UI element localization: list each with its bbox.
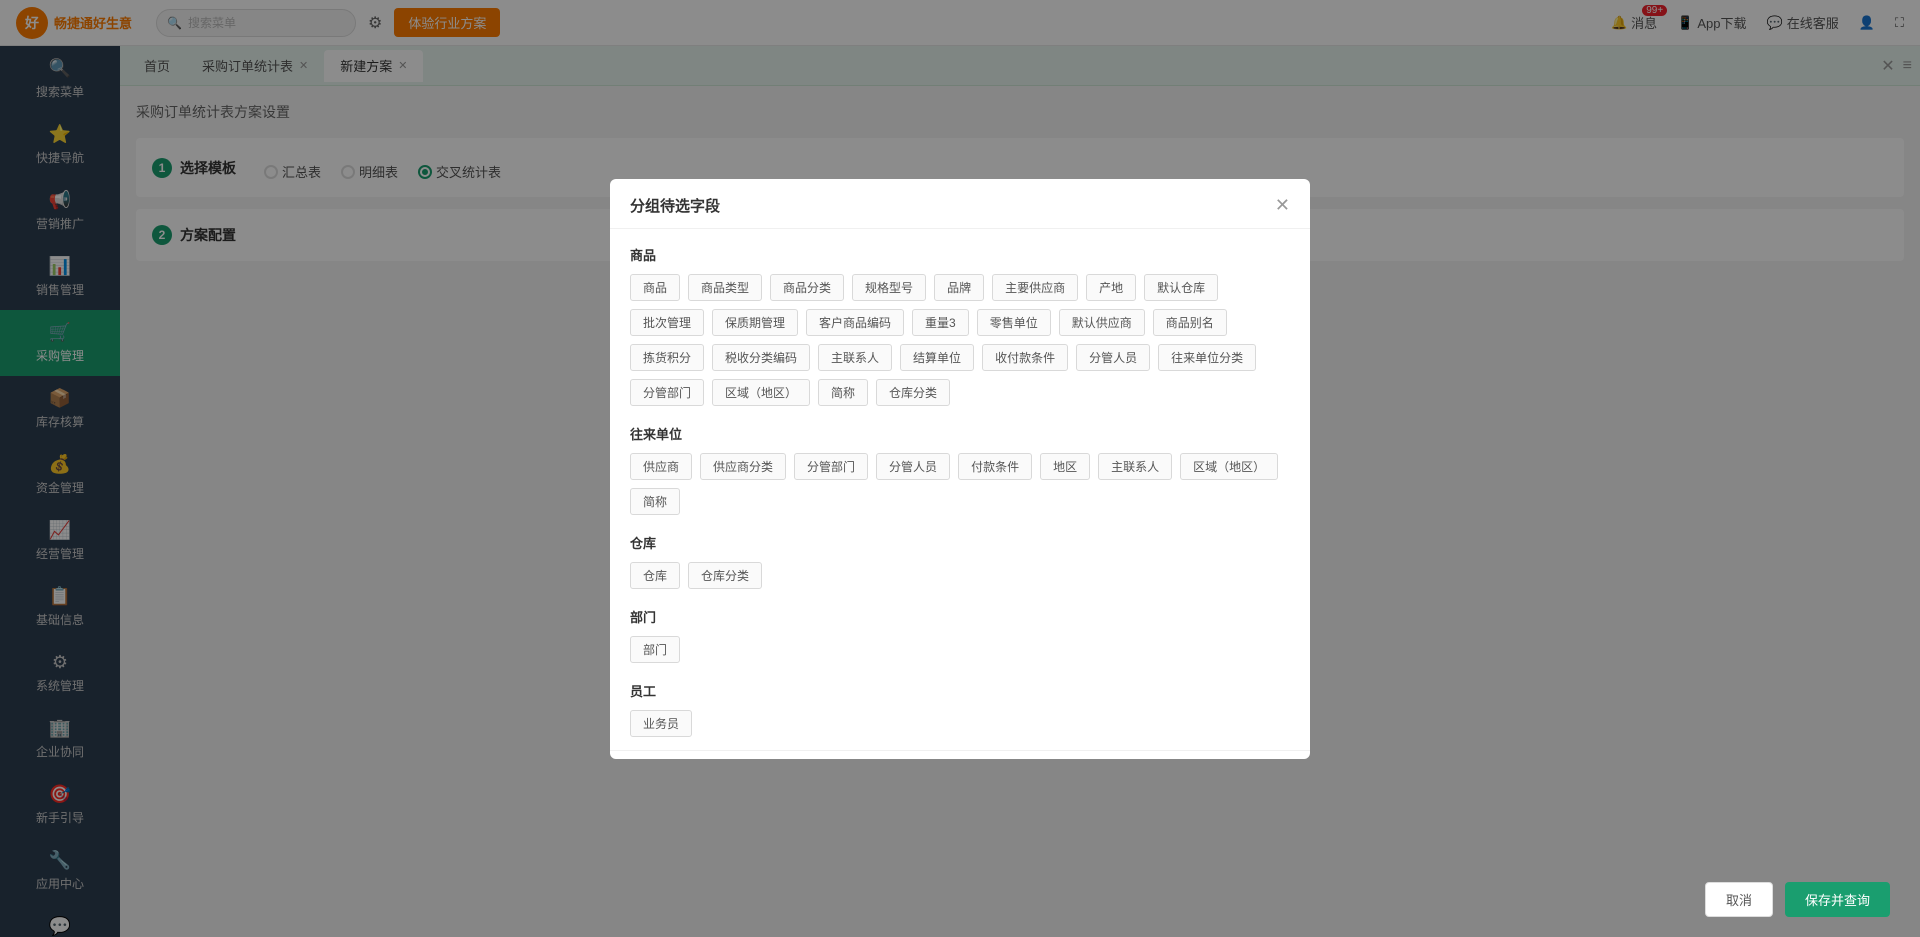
field-tag-product-8[interactable]: 批次管理 xyxy=(630,309,704,336)
field-tag-employee-0[interactable]: 业务员 xyxy=(630,710,692,737)
field-tag-partner-8[interactable]: 简称 xyxy=(630,488,680,515)
dialog-hscroll[interactable] xyxy=(610,750,1310,759)
dialog-header: 分组待选字段 ✕ xyxy=(610,179,1310,229)
dialog-footer: 取消 保存并查询 xyxy=(1705,882,1890,917)
field-tag-product-24[interactable]: 简称 xyxy=(818,379,868,406)
cancel-button[interactable]: 取消 xyxy=(1705,882,1773,917)
field-tag-partner-7[interactable]: 区域（地区） xyxy=(1180,453,1278,480)
field-tag-product-25[interactable]: 仓库分类 xyxy=(876,379,950,406)
modal-overlay: 分组待选字段 ✕ 商品商品商品类型商品分类规格型号品牌主要供应商产地默认仓库批次… xyxy=(0,0,1920,937)
section-partner: 往来单位供应商供应商分类分管部门分管人员付款条件地区主联系人区域（地区） 简称 xyxy=(630,424,1290,515)
field-tag-product-0[interactable]: 商品 xyxy=(630,274,680,301)
section-product: 商品商品商品类型商品分类规格型号品牌主要供应商产地默认仓库批次管理保质期管理客户… xyxy=(630,245,1290,406)
field-tag-partner-1[interactable]: 供应商分类 xyxy=(700,453,786,480)
field-tag-warehouse-0[interactable]: 仓库 xyxy=(630,562,680,589)
dialog-close-btn[interactable]: ✕ xyxy=(1275,195,1290,216)
field-tag-product-2[interactable]: 商品分类 xyxy=(770,274,844,301)
field-tag-product-4[interactable]: 品牌 xyxy=(934,274,984,301)
dialog-body: 商品商品商品类型商品分类规格型号品牌主要供应商产地默认仓库批次管理保质期管理客户… xyxy=(610,229,1310,750)
field-tag-product-16[interactable]: 税收分类编码 xyxy=(712,344,810,371)
field-tag-product-22[interactable]: 分管部门 xyxy=(630,379,704,406)
field-tag-partner-3[interactable]: 分管人员 xyxy=(876,453,950,480)
section-department: 部门部门 xyxy=(630,607,1290,663)
field-tags-warehouse: 仓库仓库分类 xyxy=(630,562,1290,589)
field-tag-partner-0[interactable]: 供应商 xyxy=(630,453,692,480)
field-tags-employee: 业务员 xyxy=(630,710,1290,737)
section-title-partner: 往来单位 xyxy=(630,424,1290,443)
field-tag-product-10[interactable]: 客户商品编码 xyxy=(806,309,904,336)
field-tag-partner-2[interactable]: 分管部门 xyxy=(794,453,868,480)
section-employee: 员工业务员 xyxy=(630,681,1290,737)
field-select-dialog: 分组待选字段 ✕ 商品商品商品类型商品分类规格型号品牌主要供应商产地默认仓库批次… xyxy=(610,179,1310,759)
field-tag-partner-6[interactable]: 主联系人 xyxy=(1098,453,1172,480)
field-tags-partner: 供应商供应商分类分管部门分管人员付款条件地区主联系人区域（地区） 简称 xyxy=(630,453,1290,515)
field-tag-product-23[interactable]: 区域（地区） xyxy=(712,379,810,406)
field-tag-product-6[interactable]: 产地 xyxy=(1086,274,1136,301)
field-tag-product-9[interactable]: 保质期管理 xyxy=(712,309,798,336)
section-title-warehouse: 仓库 xyxy=(630,533,1290,552)
field-tag-warehouse-1[interactable]: 仓库分类 xyxy=(688,562,762,589)
field-tag-product-19[interactable]: 收付款条件 xyxy=(982,344,1068,371)
field-tags-department: 部门 xyxy=(630,636,1290,663)
field-tag-product-3[interactable]: 规格型号 xyxy=(852,274,926,301)
field-tag-product-21[interactable]: 往来单位分类 xyxy=(1158,344,1256,371)
section-warehouse: 仓库仓库仓库分类 xyxy=(630,533,1290,589)
field-tag-department-0[interactable]: 部门 xyxy=(630,636,680,663)
field-tag-product-11[interactable]: 重量3 xyxy=(912,309,969,336)
section-title-employee: 员工 xyxy=(630,681,1290,700)
field-tag-product-1[interactable]: 商品类型 xyxy=(688,274,762,301)
field-tag-partner-4[interactable]: 付款条件 xyxy=(958,453,1032,480)
field-tag-product-13[interactable]: 默认供应商 xyxy=(1059,309,1145,336)
field-tag-product-17[interactable]: 主联系人 xyxy=(818,344,892,371)
field-tag-product-12[interactable]: 零售单位 xyxy=(977,309,1051,336)
save-button[interactable]: 保存并查询 xyxy=(1785,882,1890,917)
field-tag-product-7[interactable]: 默认仓库 xyxy=(1144,274,1218,301)
field-tag-product-15[interactable]: 拣货积分 xyxy=(630,344,704,371)
dialog-title: 分组待选字段 xyxy=(630,195,720,216)
section-title-department: 部门 xyxy=(630,607,1290,626)
field-tag-product-5[interactable]: 主要供应商 xyxy=(992,274,1078,301)
field-tags-product: 商品商品类型商品分类规格型号品牌主要供应商产地默认仓库批次管理保质期管理客户商品… xyxy=(630,274,1290,406)
field-tag-partner-5[interactable]: 地区 xyxy=(1040,453,1090,480)
field-tag-product-20[interactable]: 分管人员 xyxy=(1076,344,1150,371)
field-tag-product-14[interactable]: 商品别名 xyxy=(1153,309,1227,336)
section-title-product: 商品 xyxy=(630,245,1290,264)
field-tag-product-18[interactable]: 结算单位 xyxy=(900,344,974,371)
